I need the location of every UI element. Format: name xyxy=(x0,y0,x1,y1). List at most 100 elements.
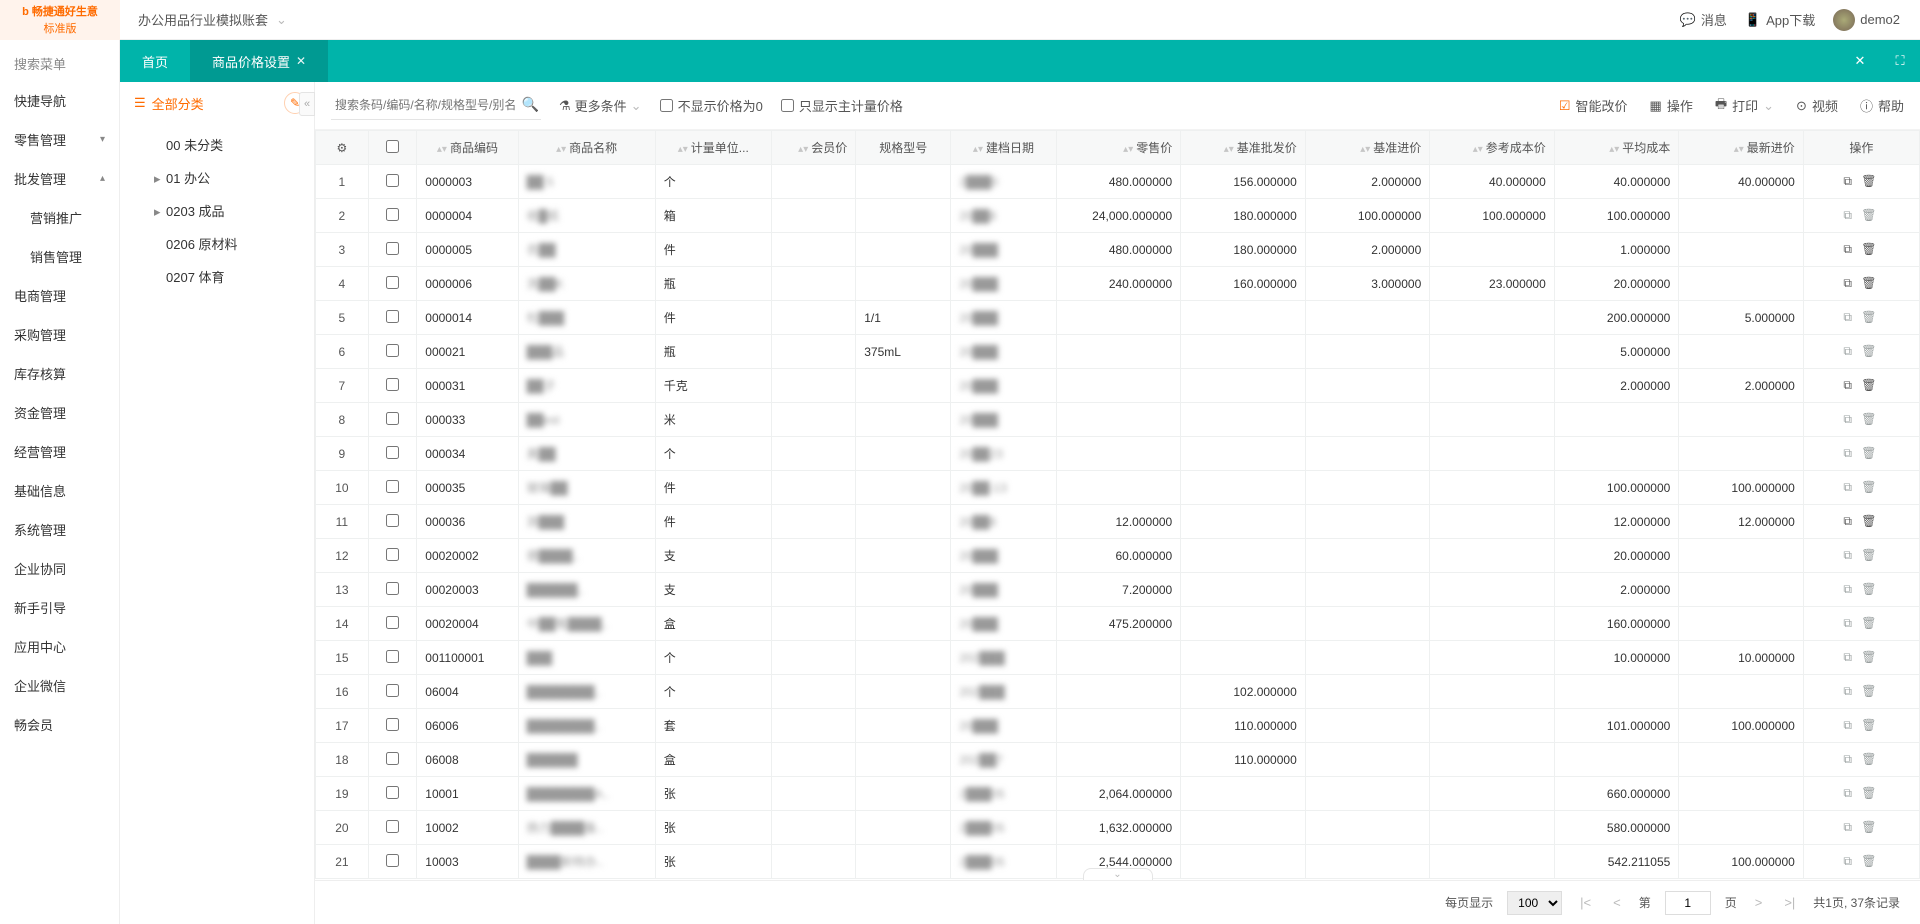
row-checkbox[interactable] xyxy=(386,514,399,527)
tab[interactable]: 首页 xyxy=(120,40,190,82)
category-node[interactable]: ▸0203 成品 xyxy=(134,194,306,227)
col-retail[interactable]: ▴▾零售价 xyxy=(1056,131,1181,165)
video-button[interactable]: ⊙视频 xyxy=(1796,96,1838,115)
delete-icon[interactable]: 🗑 xyxy=(1861,786,1879,800)
nav-item[interactable]: 零售管理▾ xyxy=(0,120,119,159)
col-spec[interactable]: 规格型号 xyxy=(856,131,951,165)
messages-button[interactable]: 💬消息 xyxy=(1680,10,1727,29)
drawer-handle[interactable]: ⌄ xyxy=(1083,868,1153,880)
delete-icon[interactable]: 🗑 xyxy=(1861,752,1879,766)
copy-icon[interactable]: ⧉ xyxy=(1843,378,1855,392)
nav-item[interactable]: 批发管理▴ xyxy=(0,159,119,198)
next-page[interactable]: > xyxy=(1751,895,1767,910)
delete-icon[interactable]: 🗑 xyxy=(1861,854,1879,868)
help-button[interactable]: ⓘ帮助 xyxy=(1860,96,1904,115)
row-checkbox[interactable] xyxy=(386,174,399,187)
row-checkbox[interactable] xyxy=(386,412,399,425)
nav-item[interactable]: 企业微信 xyxy=(0,666,119,705)
copy-icon[interactable]: ⧉ xyxy=(1843,344,1855,358)
copy-icon[interactable]: ⧉ xyxy=(1843,684,1855,698)
row-checkbox[interactable] xyxy=(386,684,399,697)
delete-icon[interactable]: 🗑 xyxy=(1861,446,1879,460)
main-unit-only-checkbox[interactable]: 只显示主计量价格 xyxy=(781,96,903,115)
delete-icon[interactable]: 🗑 xyxy=(1861,276,1879,290)
tab[interactable]: 商品价格设置✕ xyxy=(190,40,328,82)
delete-icon[interactable]: 🗑 xyxy=(1861,310,1879,324)
row-checkbox[interactable] xyxy=(386,208,399,221)
copy-icon[interactable]: ⧉ xyxy=(1843,650,1855,664)
user-menu[interactable]: demo2 xyxy=(1833,9,1900,31)
row-checkbox[interactable] xyxy=(386,480,399,493)
nav-item[interactable]: 新手引导 xyxy=(0,588,119,627)
delete-icon[interactable]: 🗑 xyxy=(1861,242,1879,256)
nav-subitem[interactable]: 营销推广 xyxy=(0,198,119,237)
delete-icon[interactable]: 🗑 xyxy=(1861,208,1879,222)
copy-icon[interactable]: ⧉ xyxy=(1843,718,1855,732)
nav-item[interactable]: 采购管理 xyxy=(0,315,119,354)
delete-icon[interactable]: 🗑 xyxy=(1861,582,1879,596)
copy-icon[interactable]: ⧉ xyxy=(1843,208,1855,222)
delete-icon[interactable]: 🗑 xyxy=(1861,548,1879,562)
copy-icon[interactable]: ⧉ xyxy=(1843,310,1855,324)
nav-item[interactable]: 库存核算 xyxy=(0,354,119,393)
delete-icon[interactable]: 🗑 xyxy=(1861,718,1879,732)
row-checkbox[interactable] xyxy=(386,378,399,391)
delete-icon[interactable]: 🗑 xyxy=(1861,344,1879,358)
copy-icon[interactable]: ⧉ xyxy=(1843,786,1855,800)
search-input[interactable] xyxy=(331,92,541,120)
menu-search[interactable]: 搜索菜单 xyxy=(0,46,119,81)
col-avgcost[interactable]: ▴▾平均成本 xyxy=(1554,131,1679,165)
copy-icon[interactable]: ⧉ xyxy=(1843,446,1855,460)
prev-page[interactable]: < xyxy=(1609,895,1625,910)
delete-icon[interactable]: 🗑 xyxy=(1861,684,1879,698)
close-icon[interactable]: ✕ xyxy=(296,54,306,68)
page-input[interactable] xyxy=(1665,891,1711,915)
category-node[interactable]: 0206 原材料 xyxy=(134,227,306,260)
col-unit[interactable]: ▴▾计量单位... xyxy=(655,131,771,165)
copy-icon[interactable]: ⧉ xyxy=(1843,412,1855,426)
category-node[interactable]: ▸01 办公 xyxy=(134,161,306,194)
nav-item[interactable]: 畅会员 xyxy=(0,705,119,744)
delete-icon[interactable]: 🗑 xyxy=(1861,378,1879,392)
more-conditions[interactable]: ⚗更多条件⌄ xyxy=(559,96,642,115)
delete-icon[interactable]: 🗑 xyxy=(1861,480,1879,494)
search-icon[interactable]: 🔍 xyxy=(522,96,539,113)
copy-icon[interactable]: ⧉ xyxy=(1843,548,1855,562)
print-button[interactable]: 🖶打印⌄ xyxy=(1715,95,1774,117)
copy-icon[interactable]: ⧉ xyxy=(1843,514,1855,528)
row-checkbox[interactable] xyxy=(386,854,399,867)
row-checkbox[interactable] xyxy=(386,548,399,561)
delete-icon[interactable]: 🗑 xyxy=(1861,514,1879,528)
col-member[interactable]: ▴▾会员价 xyxy=(771,131,855,165)
copy-icon[interactable]: ⧉ xyxy=(1843,752,1855,766)
row-checkbox[interactable] xyxy=(386,752,399,765)
account-set-selector[interactable]: 办公用品行业模拟账套⌄ xyxy=(138,10,287,29)
row-checkbox[interactable] xyxy=(386,276,399,289)
row-checkbox[interactable] xyxy=(386,718,399,731)
copy-icon[interactable]: ⧉ xyxy=(1843,276,1855,290)
fullscreen-button[interactable]: ⛶ xyxy=(1880,40,1920,82)
delete-icon[interactable]: 🗑 xyxy=(1861,820,1879,834)
last-page[interactable]: >| xyxy=(1780,895,1799,910)
col-name[interactable]: ▴▾商品名称 xyxy=(518,131,655,165)
nav-item[interactable]: 应用中心 xyxy=(0,627,119,666)
per-page-select[interactable]: 100 xyxy=(1507,891,1562,915)
col-refcost[interactable]: ▴▾参考成本价 xyxy=(1430,131,1555,165)
nav-item[interactable]: 电商管理 xyxy=(0,276,119,315)
delete-icon[interactable]: 🗑 xyxy=(1861,616,1879,630)
delete-icon[interactable]: 🗑 xyxy=(1861,650,1879,664)
row-checkbox[interactable] xyxy=(386,582,399,595)
row-checkbox[interactable] xyxy=(386,446,399,459)
first-page[interactable]: |< xyxy=(1576,895,1595,910)
delete-icon[interactable]: 🗑 xyxy=(1861,412,1879,426)
category-node[interactable]: 00 未分类 xyxy=(134,128,306,161)
copy-icon[interactable]: ⧉ xyxy=(1843,242,1855,256)
nav-item[interactable]: 资金管理 xyxy=(0,393,119,432)
col-latest[interactable]: ▴▾最新进价 xyxy=(1679,131,1804,165)
col-wholesale[interactable]: ▴▾基准批发价 xyxy=(1181,131,1306,165)
nav-item[interactable]: 经营管理 xyxy=(0,432,119,471)
copy-icon[interactable]: ⧉ xyxy=(1843,854,1855,868)
category-root[interactable]: 全部分类 xyxy=(152,94,204,113)
copy-icon[interactable]: ⧉ xyxy=(1843,480,1855,494)
row-checkbox[interactable] xyxy=(386,650,399,663)
